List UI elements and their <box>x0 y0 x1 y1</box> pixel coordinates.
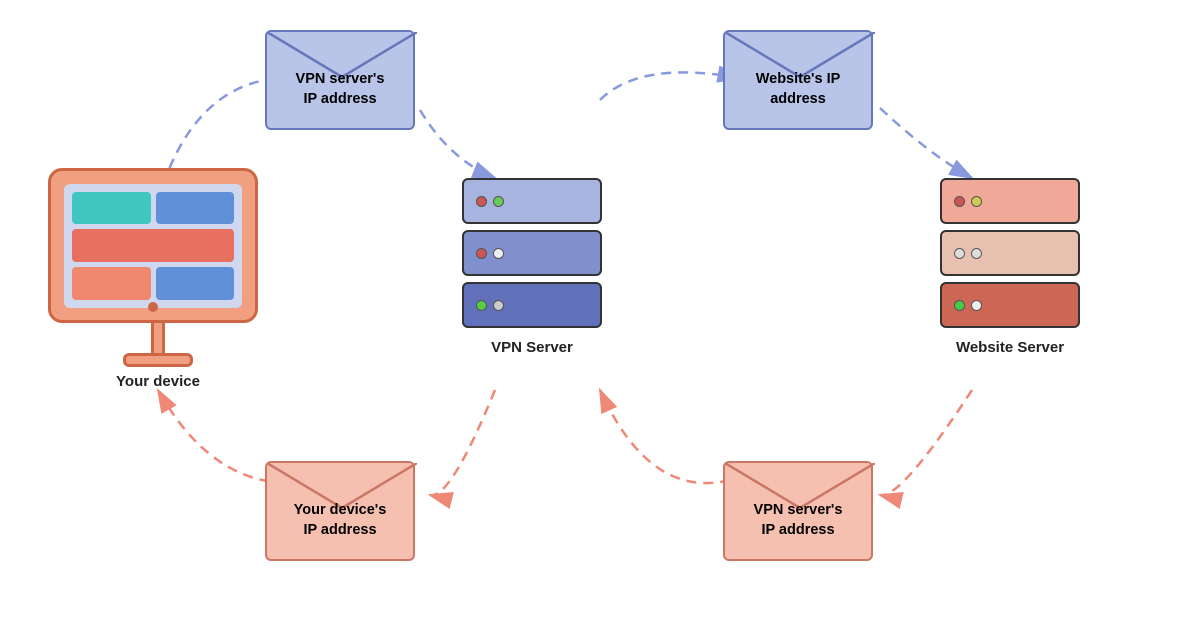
vpn-server-rack: VPN Server <box>462 178 602 328</box>
vpn-server-ip-label2: VPN server'sIP address <box>754 501 843 540</box>
vpn-server-ip-envelope-body2: VPN server'sIP address <box>723 461 873 561</box>
website-server-unit-1 <box>940 178 1080 224</box>
web-dot-grey-22 <box>971 248 982 259</box>
device-ip-envelope-body: Your device'sIP address <box>265 461 415 561</box>
vpn-dot-grey-3 <box>493 300 504 311</box>
screen-tile-2 <box>156 192 235 225</box>
vpn-server-label: VPN Server <box>491 339 573 356</box>
website-server-unit-2 <box>940 230 1080 276</box>
vpn-server-unit-2 <box>462 230 602 276</box>
vpn-dot-white-2 <box>493 248 504 259</box>
device-container: Your device <box>48 168 268 368</box>
screen-tile-3 <box>72 267 151 300</box>
device-ip-envelope-bottom: Your device'sIP address <box>260 453 420 568</box>
monitor-screen <box>64 184 242 308</box>
vpn-server-ip-envelope-bottom: VPN server'sIP address <box>718 453 878 568</box>
monitor-dot <box>148 302 158 312</box>
website-server-unit-3 <box>940 282 1080 328</box>
web-dot-yellow-1 <box>971 196 982 207</box>
vpn-server-unit-1 <box>462 178 602 224</box>
website-ip-label: Website's IP address <box>735 70 861 109</box>
monitor-outer <box>48 168 258 323</box>
web-dot-grey-21 <box>954 248 965 259</box>
website-server-rack: Website Server <box>940 178 1080 328</box>
web-dot-white-3 <box>971 300 982 311</box>
screen-tile-wide <box>72 229 234 262</box>
web-dot-red-1 <box>954 196 965 207</box>
vpn-dot-red-2 <box>476 248 487 259</box>
vpn-server-unit-3 <box>462 282 602 328</box>
vpn-server-ip-envelope-body: VPN server'sIP address <box>265 30 415 130</box>
screen-tile-1 <box>72 192 151 225</box>
vpn-dot-green-1 <box>493 196 504 207</box>
screen-tile-4 <box>156 267 235 300</box>
vpn-server-ip-envelope-top: VPN server'sIP address <box>260 22 420 137</box>
website-ip-envelope-top: Website's IP address <box>718 22 878 137</box>
vpn-dot-red-1 <box>476 196 487 207</box>
device-label: Your device <box>48 373 268 390</box>
vpn-server-ip-label: VPN server'sIP address <box>296 70 385 109</box>
vpn-dot-green-3 <box>476 300 487 311</box>
monitor-stand <box>151 323 165 353</box>
monitor-base <box>123 353 193 367</box>
web-dot-green-3 <box>954 300 965 311</box>
website-ip-envelope-body: Website's IP address <box>723 30 873 130</box>
device-ip-label: Your device'sIP address <box>294 501 387 540</box>
website-server-label: Website Server <box>956 339 1064 356</box>
diagram: Your device VPN server'sIP address Websi… <box>0 0 1180 629</box>
